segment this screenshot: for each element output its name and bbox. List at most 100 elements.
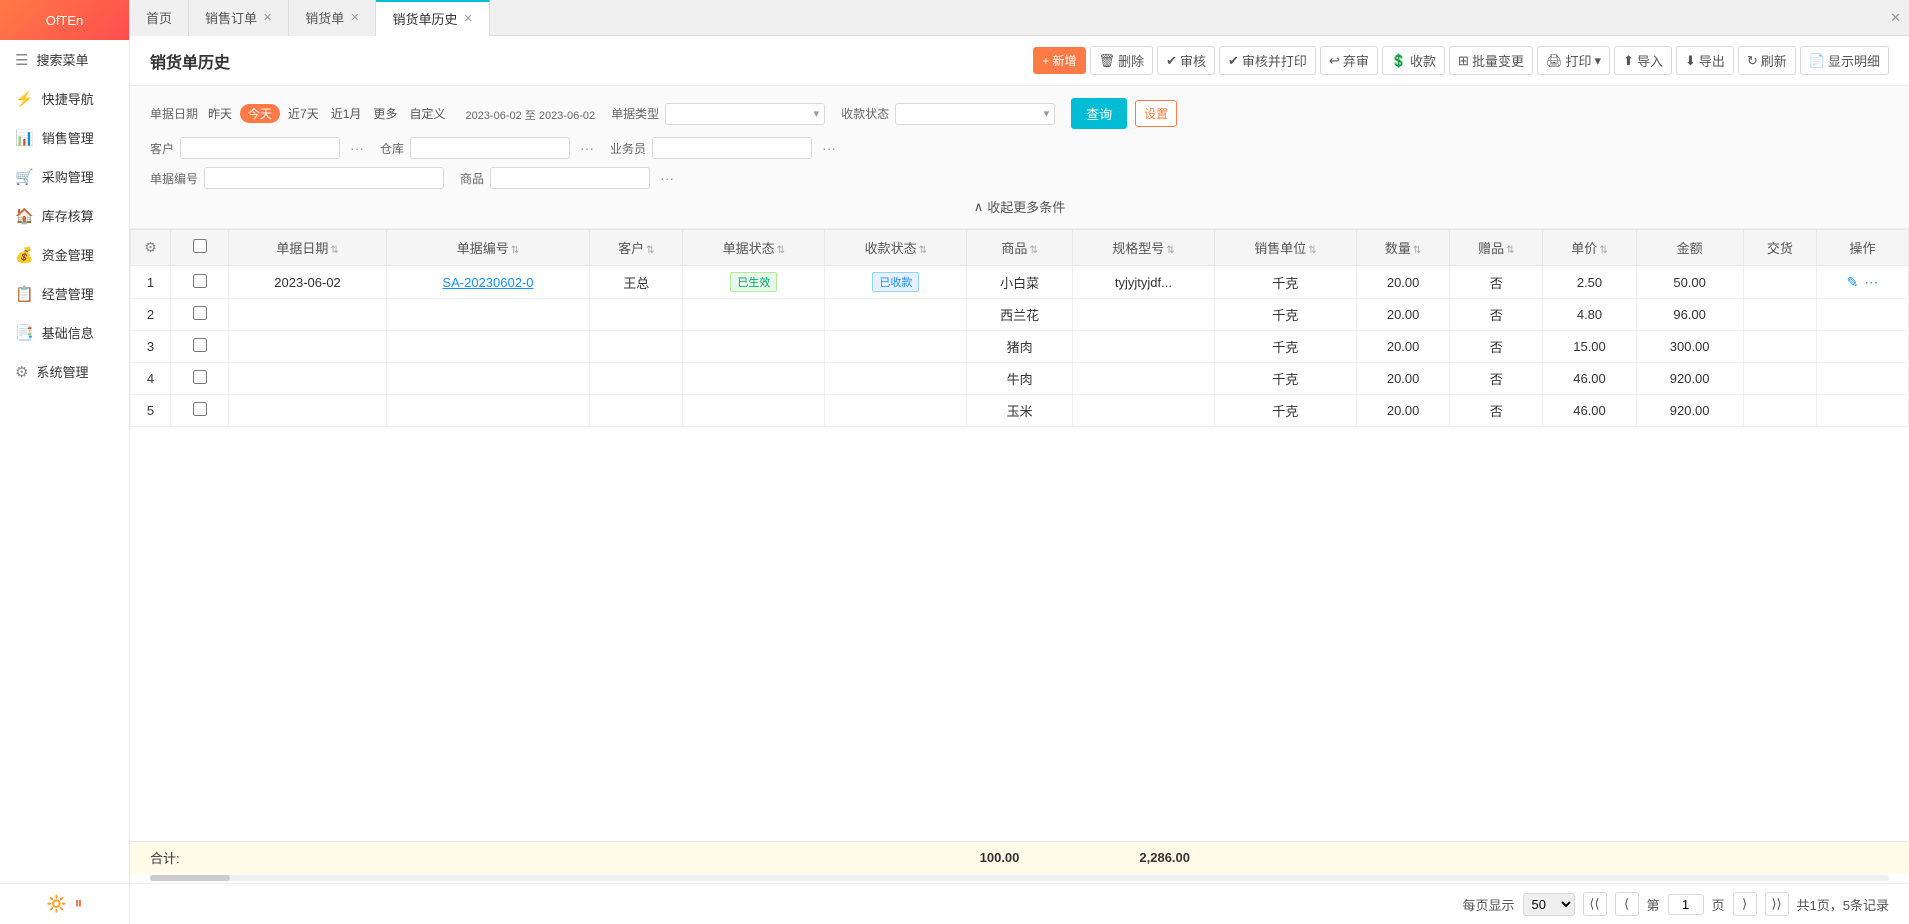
doc-no-link[interactable]: SA-20230602-0 — [442, 275, 533, 290]
shortcut-more[interactable]: 更多 — [369, 104, 401, 123]
table-settings-icon[interactable]: ⚙ — [144, 239, 157, 255]
customer-input[interactable] — [180, 137, 340, 159]
collapse-filter-btn[interactable]: ∧ 收起更多条件 — [150, 197, 1889, 216]
staff-dots[interactable]: ··· — [822, 140, 836, 156]
sidebar-item-finance[interactable]: 💰 资金管理 — [0, 235, 129, 274]
sidebar-item-basic-info[interactable]: 📑 基础信息 — [0, 313, 129, 352]
sidebar-bottom-icon1[interactable]: 🔆 — [47, 894, 67, 914]
collect-button[interactable]: 💲 收款 — [1382, 46, 1445, 75]
customer-dots[interactable]: ··· — [350, 140, 364, 156]
sort-unit-icon[interactable]: ⇅ — [1308, 245, 1316, 256]
warehouse-input[interactable] — [410, 137, 570, 159]
row-checkbox[interactable] — [193, 274, 207, 288]
cell-row-num: 5 — [131, 395, 171, 427]
tab-close-delivery[interactable]: ✕ — [350, 11, 359, 24]
sort-doc-date-icon[interactable]: ⇅ — [330, 245, 338, 256]
sort-doc-no-icon[interactable]: ⇅ — [511, 245, 519, 256]
tabbar-close-all[interactable]: ✕ — [1890, 10, 1909, 26]
tab-close-delivery-history[interactable]: ✕ — [464, 12, 473, 25]
sidebar-item-inventory[interactable]: 🏠 库存核算 — [0, 196, 129, 235]
edit-icon[interactable]: ✎ — [1847, 274, 1859, 291]
cell-pay-status — [825, 395, 967, 427]
sidebar-item-purchase-mgmt[interactable]: 🛒 采购管理 — [0, 157, 129, 196]
cell-row-num: 2 — [131, 299, 171, 331]
refresh-button[interactable]: ↻ 刷新 — [1738, 46, 1796, 75]
sidebar-item-search-menu[interactable]: ☰ 搜索菜单 — [0, 40, 129, 79]
delete-button[interactable]: 🗑 删除 — [1090, 46, 1154, 75]
goods-dots[interactable]: ··· — [660, 170, 674, 186]
sort-customer-icon[interactable]: ⇅ — [646, 245, 654, 256]
sort-spec-icon[interactable]: ⇅ — [1166, 245, 1174, 256]
shortcut-yesterday[interactable]: 昨天 — [204, 104, 236, 123]
cell-doc-no[interactable] — [386, 299, 590, 331]
cell-checkbox[interactable] — [171, 299, 229, 331]
warehouse-dots[interactable]: ··· — [580, 140, 594, 156]
sidebar-bottom-icon2[interactable]: ⏸ — [74, 895, 82, 913]
cell-doc-no[interactable] — [386, 363, 590, 395]
audit-button[interactable]: ✔ 审核 — [1157, 46, 1215, 75]
export-button[interactable]: ⬇ 导出 — [1676, 46, 1734, 75]
sort-pay-status-icon[interactable]: ⇅ — [919, 245, 927, 256]
row-checkbox[interactable] — [193, 338, 207, 352]
batch-change-button[interactable]: ⊞ 批量变更 — [1449, 46, 1533, 75]
sidebar-item-quick-nav[interactable]: ⚡ 快捷导航 — [0, 79, 129, 118]
page-title: 销货单历史 — [150, 49, 1027, 73]
cell-checkbox[interactable] — [171, 395, 229, 427]
row-checkbox[interactable] — [193, 306, 207, 320]
sort-goods-icon[interactable]: ⇅ — [1029, 245, 1037, 256]
doc-type-input[interactable] — [665, 103, 825, 125]
show-detail-button[interactable]: 📄 显示明细 — [1800, 46, 1889, 75]
horizontal-scrollbar[interactable] — [150, 875, 1889, 881]
row-checkbox[interactable] — [193, 370, 207, 384]
print-button[interactable]: 🖨 打印 ▾ — [1537, 46, 1610, 75]
first-page-btn[interactable]: ⟨⟨ — [1583, 892, 1607, 916]
cell-doc-no[interactable]: SA-20230602-0 — [386, 266, 590, 299]
cell-checkbox[interactable] — [171, 331, 229, 363]
scrollbar-thumb[interactable] — [150, 875, 230, 881]
select-all-checkbox[interactable] — [193, 239, 207, 253]
import-button[interactable]: ⬆ 导入 — [1614, 46, 1672, 75]
prev-page-btn[interactable]: ⟨ — [1615, 892, 1639, 916]
doc-no-input[interactable] — [204, 167, 444, 189]
shortcut-today[interactable]: 今天 — [240, 104, 280, 123]
page-number-input[interactable] — [1668, 894, 1704, 915]
tab-close-sales-order[interactable]: ✕ — [263, 11, 272, 24]
tab-home[interactable]: 首页 — [130, 0, 189, 36]
sidebar-item-sys-mgmt[interactable]: ⚙ 系统管理 — [0, 352, 129, 391]
more-icon[interactable]: ⋯ — [1864, 274, 1878, 291]
sort-gift-icon[interactable]: ⇅ — [1506, 245, 1514, 256]
staff-input[interactable] — [652, 137, 812, 159]
filter-row-3: 单据编号 商品 ··· — [150, 167, 1889, 189]
tab-sales-order[interactable]: 销售订单 ✕ — [189, 0, 289, 36]
goods-input[interactable] — [490, 167, 650, 189]
row-checkbox[interactable] — [193, 402, 207, 416]
next-page-btn[interactable]: ⟩ — [1733, 892, 1757, 916]
th-spec: 规格型号⇅ — [1072, 230, 1214, 266]
date-label: 单据日期 — [150, 105, 198, 122]
shortcut-7days[interactable]: 近7天 — [284, 104, 323, 123]
cell-checkbox[interactable] — [171, 266, 229, 299]
sort-qty-icon[interactable]: ⇅ — [1413, 245, 1421, 256]
sort-doc-status-icon[interactable]: ⇅ — [777, 245, 785, 256]
shortcut-custom[interactable]: 自定义 — [405, 104, 449, 123]
per-page-select[interactable]: 50 100 200 — [1523, 893, 1575, 916]
sidebar-item-sales-mgmt[interactable]: 📊 销售管理 — [0, 118, 129, 157]
tab-delivery[interactable]: 销货单 ✕ — [289, 0, 376, 36]
sort-price-icon[interactable]: ⇅ — [1599, 245, 1607, 256]
last-page-btn[interactable]: ⟩⟩ — [1765, 892, 1789, 916]
doc-no-filter-group: 单据编号 — [150, 167, 444, 189]
shortcut-1month[interactable]: 近1月 — [327, 104, 366, 123]
cell-checkbox[interactable] — [171, 363, 229, 395]
audit-print-button[interactable]: ✔ 审核并打印 — [1219, 46, 1316, 75]
settings-button[interactable]: 设置 — [1135, 100, 1177, 127]
cell-qty: 20.00 — [1356, 395, 1449, 427]
pay-status-input[interactable] — [895, 103, 1055, 125]
query-button[interactable]: 查询 — [1071, 98, 1127, 129]
tab-delivery-history[interactable]: 销货单历史 ✕ — [376, 0, 489, 36]
sidebar-item-operations[interactable]: 📋 经营管理 — [0, 274, 129, 313]
new-button[interactable]: + 新增 — [1033, 47, 1085, 74]
cell-doc-no[interactable] — [386, 331, 590, 363]
abandon-button[interactable]: ↩ 弃审 — [1320, 46, 1378, 75]
staff-filter-group: 业务员 ··· — [610, 137, 836, 159]
cell-doc-no[interactable] — [386, 395, 590, 427]
